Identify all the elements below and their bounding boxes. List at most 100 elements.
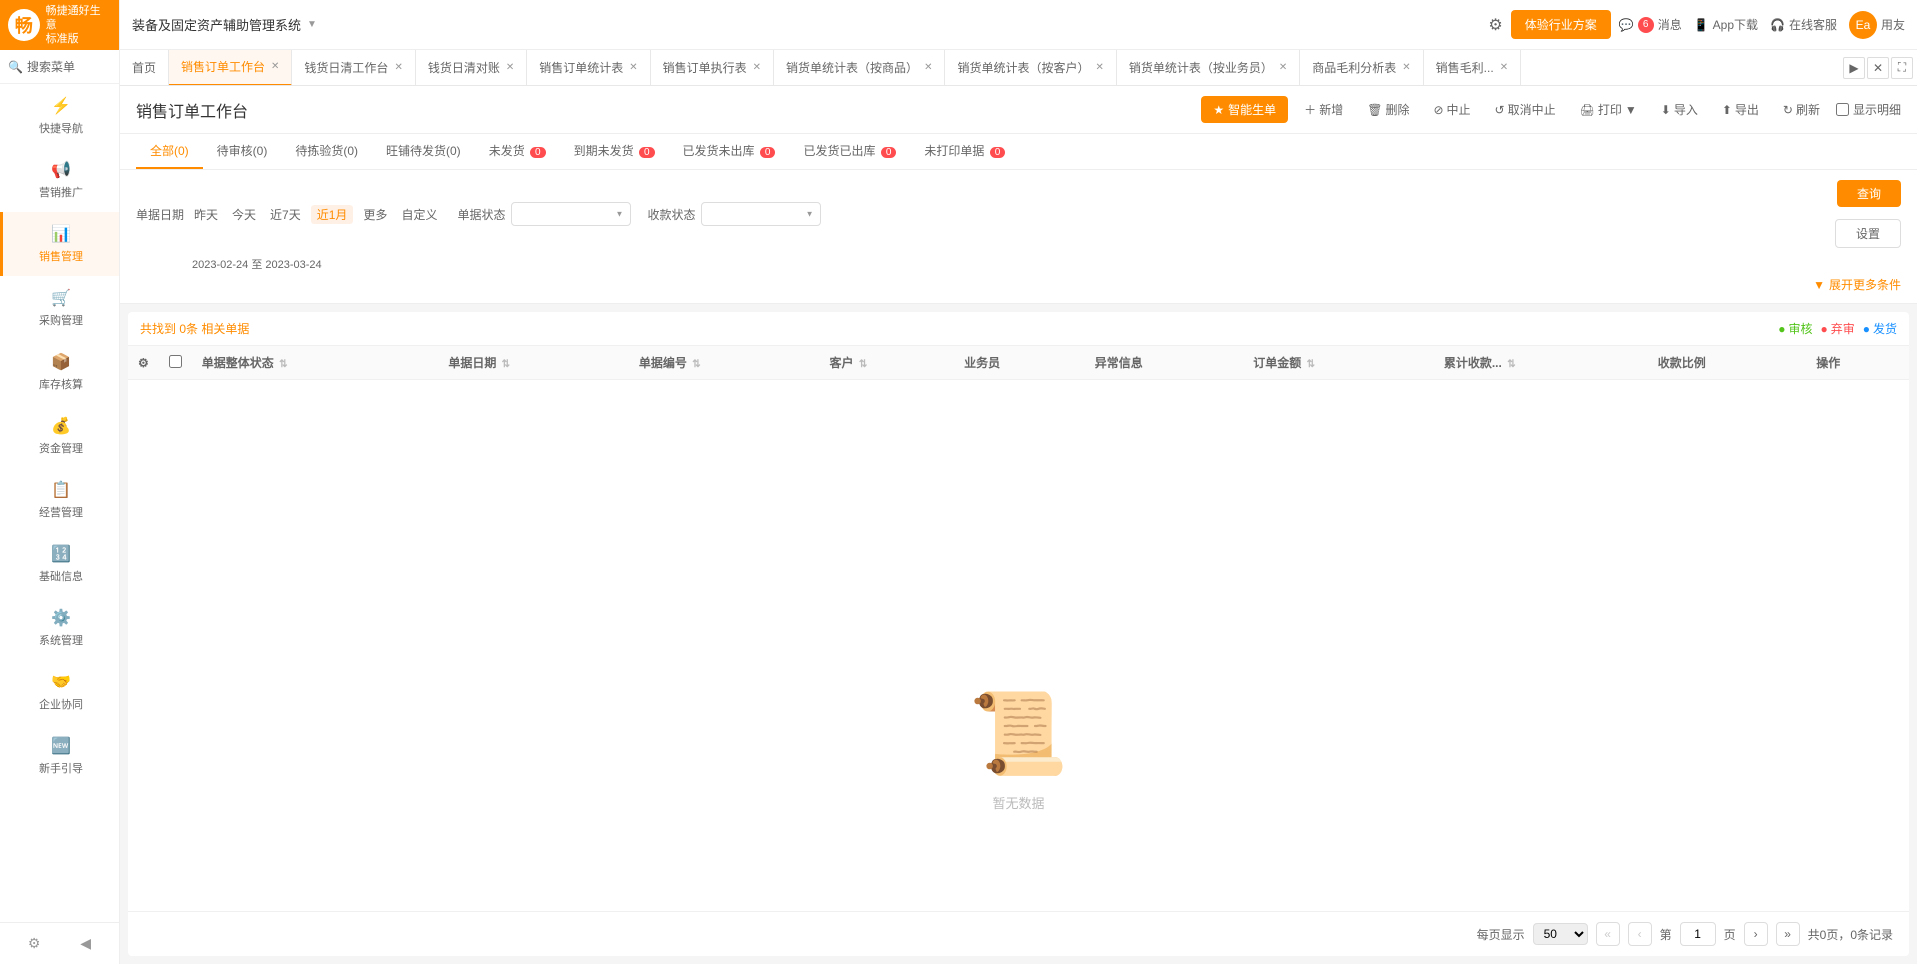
filter-today[interactable]: 今天	[228, 204, 260, 225]
sort-icon[interactable]: ⇅	[1307, 359, 1315, 370]
sort-icon[interactable]: ⇅	[279, 359, 287, 370]
sort-icon[interactable]: ⇅	[1507, 359, 1515, 370]
tab-close-icon[interactable]: ✕	[394, 62, 402, 73]
print-dropdown-icon[interactable]: ▼	[1625, 103, 1637, 117]
page-title: 销售订单工作台	[136, 98, 248, 122]
setting-btn[interactable]: 设置	[1835, 219, 1901, 248]
delete-btn[interactable]: 🗑 删除	[1359, 97, 1417, 122]
print-btn[interactable]: 🖨 打印 ▼	[1572, 97, 1645, 122]
tab-close-icon[interactable]: ✕	[271, 61, 279, 72]
first-page-btn[interactable]: «	[1596, 922, 1620, 946]
subtab-all[interactable]: 全部(0)	[136, 134, 203, 169]
import-btn[interactable]: ⬇ 导入	[1653, 97, 1706, 122]
tab-sales-exec[interactable]: 销售订单执行表 ✕	[651, 50, 774, 86]
sidebar-item-corp[interactable]: 🤝 企业协同	[0, 660, 119, 724]
sidebar-item-purchase[interactable]: 🛒 采购管理	[0, 276, 119, 340]
show-detail-checkbox-label[interactable]: 显示明细	[1836, 101, 1901, 118]
filter-custom[interactable]: 自定义	[397, 204, 441, 225]
subtab-overdue-not-shipped[interactable]: 到期未发货 0	[560, 134, 669, 169]
user-item[interactable]: Ea 用友	[1849, 11, 1905, 39]
tab-close-icon[interactable]: ✕	[629, 62, 637, 73]
tab-margin-analysis[interactable]: 商品毛利分析表 ✕	[1300, 50, 1423, 86]
tab-close-all-btn[interactable]: ✕	[1867, 57, 1889, 79]
sidebar-search[interactable]: 🔍 搜索菜单	[0, 50, 119, 84]
headset-icon: 🎧	[1770, 18, 1785, 32]
last-page-btn[interactable]: »	[1776, 922, 1800, 946]
sidebar-item-finance[interactable]: 💰 资金管理	[0, 404, 119, 468]
filter-yesterday[interactable]: 昨天	[190, 204, 222, 225]
export-btn[interactable]: ⬆ 导出	[1714, 97, 1767, 122]
filter-1month[interactable]: 近1月	[311, 205, 354, 224]
tab-home[interactable]: 首页	[120, 50, 169, 86]
filter-more[interactable]: 更多	[359, 204, 391, 225]
batch-reject-btn[interactable]: ● 弃审	[1820, 320, 1854, 337]
industry-btn[interactable]: 体验行业方案	[1511, 10, 1611, 39]
message-item[interactable]: 💬 6 消息	[1619, 16, 1682, 33]
th-checkbox[interactable]	[159, 346, 192, 380]
batch-ship-btn[interactable]: ● 发货	[1863, 320, 1897, 337]
tab-daily-clear[interactable]: 钱货日清工作台 ✕	[292, 50, 415, 86]
tab-sales-by-customer[interactable]: 销货单统计表（按客户） ✕	[945, 50, 1116, 86]
online-service-item[interactable]: 🎧 在线客服	[1770, 16, 1837, 33]
refresh-btn[interactable]: ↻ 刷新	[1775, 97, 1828, 122]
sort-icon[interactable]: ⇅	[692, 359, 700, 370]
next-page-btn[interactable]: ›	[1744, 922, 1768, 946]
tab-close-icon[interactable]: ✕	[1402, 62, 1410, 73]
sort-icon[interactable]: ⇅	[502, 359, 510, 370]
cancel-stop-btn[interactable]: ↺ 取消中止	[1487, 97, 1564, 122]
settings-icon[interactable]: ⚙	[24, 931, 45, 956]
show-detail-checkbox[interactable]	[1836, 103, 1849, 116]
per-page-select[interactable]: 50 10 20 100	[1533, 923, 1588, 945]
sidebar-item-inventory[interactable]: 📦 库存核算	[0, 340, 119, 404]
th-settings[interactable]: ⚙	[128, 346, 159, 380]
app-download-item[interactable]: 📱 App下载	[1694, 16, 1758, 33]
stop-btn[interactable]: ⊘ 中止	[1425, 97, 1478, 122]
tab-reconcile[interactable]: 钱货日清对账 ✕	[416, 50, 527, 86]
tab-sales-by-product[interactable]: 销货单统计表（按商品） ✕	[774, 50, 945, 86]
tab-sales-order-workbench[interactable]: 销售订单工作台 ✕	[169, 50, 292, 86]
sidebar-item-sales[interactable]: 📊 销售管理	[0, 212, 119, 276]
filter-7days[interactable]: 近7天	[266, 204, 305, 225]
sort-icon[interactable]: ⇅	[859, 359, 867, 370]
subtab-pending-review[interactable]: 待审核(0)	[203, 134, 282, 169]
pagination: 每页显示 50 10 20 100 « ‹ 第 页 › » 共0页，0条记录	[128, 911, 1909, 956]
subtab-not-shipped[interactable]: 未发货 0	[475, 134, 560, 169]
smart-generate-btn[interactable]: ★ 智能生单	[1201, 96, 1288, 123]
sidebar-item-operation[interactable]: 📋 经营管理	[0, 468, 119, 532]
subtab-pending-inspect[interactable]: 待拣验货(0)	[281, 134, 372, 169]
tab-close-icon[interactable]: ✕	[1279, 62, 1287, 73]
print-icon: 🖨	[1580, 103, 1595, 117]
tab-sales-by-staff[interactable]: 销货单统计表（按业务员） ✕	[1117, 50, 1300, 86]
tab-sales-stats[interactable]: 销售订单统计表 ✕	[527, 50, 650, 86]
subtab-not-printed[interactable]: 未打印单据 0	[910, 134, 1019, 169]
prev-page-btn[interactable]: ‹	[1628, 922, 1652, 946]
filter-collection-select[interactable]	[701, 202, 821, 226]
sidebar-item-nav[interactable]: ⚡ 快捷导航	[0, 84, 119, 148]
sidebar-item-guide[interactable]: 🆕 新手引导	[0, 724, 119, 788]
table-scroll[interactable]: ⚙ 单据整体状态 ⇅ 单据日期 ⇅	[128, 346, 1909, 589]
add-btn[interactable]: ＋ 新增	[1296, 97, 1351, 122]
tab-close-icon[interactable]: ✕	[1500, 62, 1508, 73]
subtab-shipped-not-out[interactable]: 已发货未出库 0	[669, 134, 790, 169]
sidebar-item-marketing[interactable]: 📢 营销推广	[0, 148, 119, 212]
expand-conditions-btn[interactable]: ▼ 展开更多条件	[1813, 276, 1901, 293]
tab-close-icon[interactable]: ✕	[753, 62, 761, 73]
subtab-wangpu-pending-ship[interactable]: 旺铺待发货(0)	[372, 134, 475, 169]
filter-status-select[interactable]	[511, 202, 631, 226]
sidebar-item-system[interactable]: ⚙️ 系统管理	[0, 596, 119, 660]
collapse-icon[interactable]: ◀	[76, 931, 95, 956]
tab-close-icon[interactable]: ✕	[506, 62, 514, 73]
subtab-shipped-out[interactable]: 已发货已出库 0	[789, 134, 910, 169]
topbar-gear-icon[interactable]: ⚙	[1488, 15, 1502, 35]
tab-sales-margin[interactable]: 销售毛利... ✕	[1424, 50, 1521, 86]
page-input[interactable]	[1680, 922, 1716, 946]
tab-scroll-right-btn[interactable]: ▶	[1843, 57, 1865, 79]
select-all-checkbox[interactable]	[169, 355, 182, 368]
system-title-dropdown-icon[interactable]: ▼	[307, 19, 317, 30]
batch-approve-btn[interactable]: ● 审核	[1778, 320, 1812, 337]
tab-close-icon[interactable]: ✕	[1095, 62, 1103, 73]
sidebar-item-base[interactable]: 🔢 基础信息	[0, 532, 119, 596]
query-btn[interactable]: 查询	[1837, 180, 1901, 207]
tab-maximize-btn[interactable]: ⛶	[1891, 57, 1913, 79]
tab-close-icon[interactable]: ✕	[924, 62, 932, 73]
